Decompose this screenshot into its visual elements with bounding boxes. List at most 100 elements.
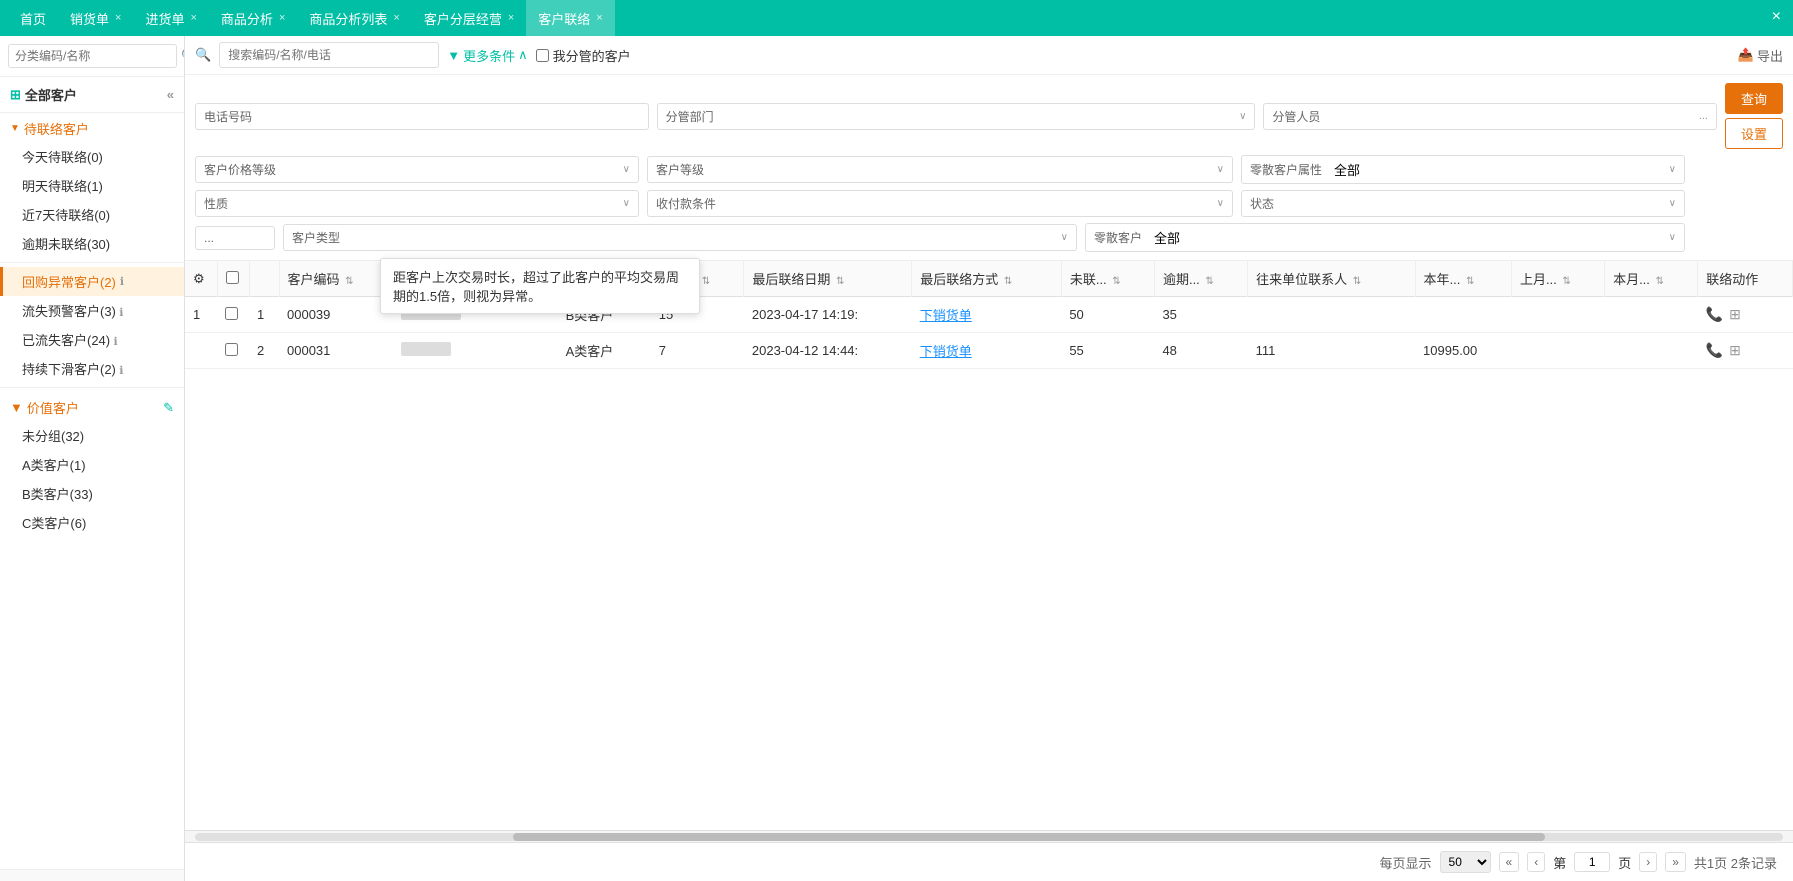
sidebar-item-c-class[interactable]: C类客户(6): [0, 508, 184, 537]
select-all-checkbox[interactable]: [226, 271, 239, 284]
row1-select[interactable]: [225, 307, 238, 320]
retail-customer-field[interactable]: 零散客户 全部 ∨: [1085, 223, 1685, 252]
sidebar-item-repurchase-abnormal[interactable]: 回购异常客户(2) ℹ: [0, 267, 184, 296]
retail-customer-val: 全部: [1154, 228, 1180, 247]
nav-purchase-close[interactable]: ×: [190, 12, 196, 24]
row1-checkbox[interactable]: [217, 297, 249, 333]
sidebar-item-ungrouped[interactable]: 未分组(32): [0, 421, 184, 450]
col-code[interactable]: 客户编码 ⇅: [279, 261, 393, 297]
row1-more-icon[interactable]: ⊞: [1729, 306, 1741, 323]
data-table-wrapper[interactable]: ⚙ 客户编码 ⇅ 客户名称 ⇅: [185, 261, 1793, 830]
nav-product-list[interactable]: 商品分析列表 ×: [297, 0, 411, 36]
manager-field[interactable]: 分管人员 ...: [1263, 103, 1717, 130]
window-close-button[interactable]: ×: [1772, 8, 1781, 26]
row2-last-method[interactable]: 下销货单: [912, 333, 1062, 369]
payment-field[interactable]: 收付款条件 ∨: [647, 190, 1233, 217]
retail-attr-label: 零散客户属性: [1250, 161, 1322, 178]
sidebar-all-customers-header: ⊞ 全部客户 «: [0, 77, 184, 113]
customer-type-field[interactable]: 客户类型 ∨: [283, 224, 1077, 251]
nav-purchase[interactable]: 进货单 ×: [133, 0, 208, 36]
row2-checkbox[interactable]: [217, 333, 249, 369]
col-this-year[interactable]: 本年... ⇅: [1415, 261, 1511, 297]
nav-home[interactable]: 首页: [8, 0, 58, 36]
overdue-sort-icon: ⇅: [1205, 276, 1213, 287]
value-section-title[interactable]: ▼ 价值客户 ✎: [0, 392, 184, 421]
row1-this-year: [1415, 297, 1511, 333]
row1-method-link[interactable]: 下销货单: [920, 308, 972, 323]
nav-product-analysis-close[interactable]: ×: [279, 12, 285, 24]
sidebar-item-overdue[interactable]: 逾期未联络(30): [0, 229, 184, 258]
my-customers-checkbox[interactable]: [536, 49, 549, 62]
sidebar-item-7day-pending[interactable]: 近7天待联络(0): [0, 200, 184, 229]
nav-product-list-close[interactable]: ×: [393, 12, 399, 24]
sidebar-item-a-class[interactable]: A类客户(1): [0, 450, 184, 479]
sidebar-collapse-button[interactable]: «: [167, 87, 174, 102]
col-no: [249, 261, 279, 297]
col-company-contact[interactable]: 往来单位联系人 ⇅: [1248, 261, 1415, 297]
gender-field[interactable]: 性质 ∨: [195, 190, 639, 217]
export-label: 导出: [1757, 46, 1783, 65]
filter-more-button[interactable]: ▼ 更多条件 ∧: [447, 46, 527, 65]
sidebar-item-tomorrow-pending[interactable]: 明天待联络(1): [0, 171, 184, 200]
last-page-button[interactable]: »: [1665, 852, 1686, 872]
branch-field[interactable]: 分管部门 ∨: [657, 103, 1256, 130]
row2-index: 2: [249, 333, 279, 369]
first-page-button[interactable]: «: [1499, 852, 1520, 872]
sidebar-item-churn-warning[interactable]: 流失预警客户(3) ℹ: [0, 296, 184, 325]
row2-select[interactable]: [225, 343, 238, 356]
tooltip-text: 距客户上次交易时长，超过了此客户的平均交易周期的1.5倍，则视为异常。: [393, 270, 679, 304]
next-page-button[interactable]: ›: [1639, 852, 1657, 872]
sidebar-item-b-class[interactable]: B类客户(33): [0, 479, 184, 508]
col-uncontacted[interactable]: 未联... ⇅: [1061, 261, 1154, 297]
row2-uncontacted: 55: [1061, 333, 1154, 369]
export-button[interactable]: 📤 导出: [1738, 46, 1783, 65]
customer-price-field[interactable]: 客户价格等级 ∨: [195, 156, 639, 183]
setting-button[interactable]: 设置: [1725, 118, 1783, 149]
my-customers-filter[interactable]: 我分管的客户: [536, 46, 631, 65]
prev-page-button[interactable]: ‹: [1527, 852, 1545, 872]
page-input[interactable]: [1574, 852, 1610, 872]
row2-phone-icon[interactable]: 📞: [1706, 342, 1723, 359]
col-overdue[interactable]: 逾期... ⇅: [1154, 261, 1247, 297]
nav-customer-tier[interactable]: 客户分层经营 ×: [412, 0, 526, 36]
col-last-date[interactable]: 最后联络日期 ⇅: [744, 261, 912, 297]
nav-product-analysis[interactable]: 商品分析 ×: [209, 0, 297, 36]
page-size-select[interactable]: 50 100 200: [1440, 851, 1491, 873]
row1-phone-icon[interactable]: 📞: [1706, 306, 1723, 323]
customer-level-field[interactable]: 客户等级 ∨: [647, 156, 1233, 183]
row2-contact: 7: [651, 333, 744, 369]
row2-method-link[interactable]: 下销货单: [920, 344, 972, 359]
nav-sales[interactable]: 销货单 ×: [58, 0, 133, 36]
uncontacted-sort-icon: ⇅: [1112, 276, 1120, 287]
status-field[interactable]: 状态 ∨: [1241, 190, 1685, 217]
nav-customer-tier-close[interactable]: ×: [508, 12, 514, 24]
more-field[interactable]: ...: [195, 226, 275, 250]
value-edit-icon[interactable]: ✎: [163, 400, 174, 416]
query-button[interactable]: 查询: [1725, 83, 1783, 114]
filter-more-label: 更多条件: [463, 46, 515, 65]
settings-icon[interactable]: ⚙: [193, 271, 205, 286]
col-checkbox[interactable]: [217, 261, 249, 297]
horizontal-scrollbar[interactable]: [185, 830, 1793, 842]
col-this-month[interactable]: 本月... ⇅: [1605, 261, 1698, 297]
col-settings[interactable]: ⚙: [185, 261, 217, 297]
col-last-month[interactable]: 上月... ⇅: [1511, 261, 1604, 297]
nav-sales-close[interactable]: ×: [115, 12, 121, 24]
retail-attr-field[interactable]: 零散客户属性 全部 ∨: [1241, 155, 1685, 184]
sidebar-item-churned[interactable]: 已流失客户(24) ℹ: [0, 325, 184, 354]
sidebar-search-input[interactable]: [8, 44, 177, 68]
row1-last-method[interactable]: 下销货单: [912, 297, 1062, 333]
col-last-method[interactable]: 最后联络方式 ⇅: [912, 261, 1062, 297]
row2-more-icon[interactable]: ⊞: [1729, 342, 1741, 359]
nav-customer-contact[interactable]: 客户联络 ×: [526, 0, 614, 36]
scrollbar-thumb[interactable]: [513, 833, 1545, 841]
row1-company-contact: [1248, 297, 1415, 333]
filter-search-input[interactable]: [219, 42, 439, 68]
sidebar-item-today-pending[interactable]: 今天待联络(0): [0, 142, 184, 171]
filter-row-1: 电话号码 分管部门 ∨ 分管人员 ... 查询 设置: [195, 83, 1783, 149]
page-suffix: 页: [1618, 853, 1631, 872]
pending-section-title[interactable]: ▼ 待联络客户: [0, 113, 184, 142]
nav-customer-contact-close[interactable]: ×: [596, 12, 602, 24]
phone-field[interactable]: 电话号码: [195, 103, 649, 130]
sidebar-item-declining[interactable]: 持续下滑客户(2) ℹ: [0, 354, 184, 383]
